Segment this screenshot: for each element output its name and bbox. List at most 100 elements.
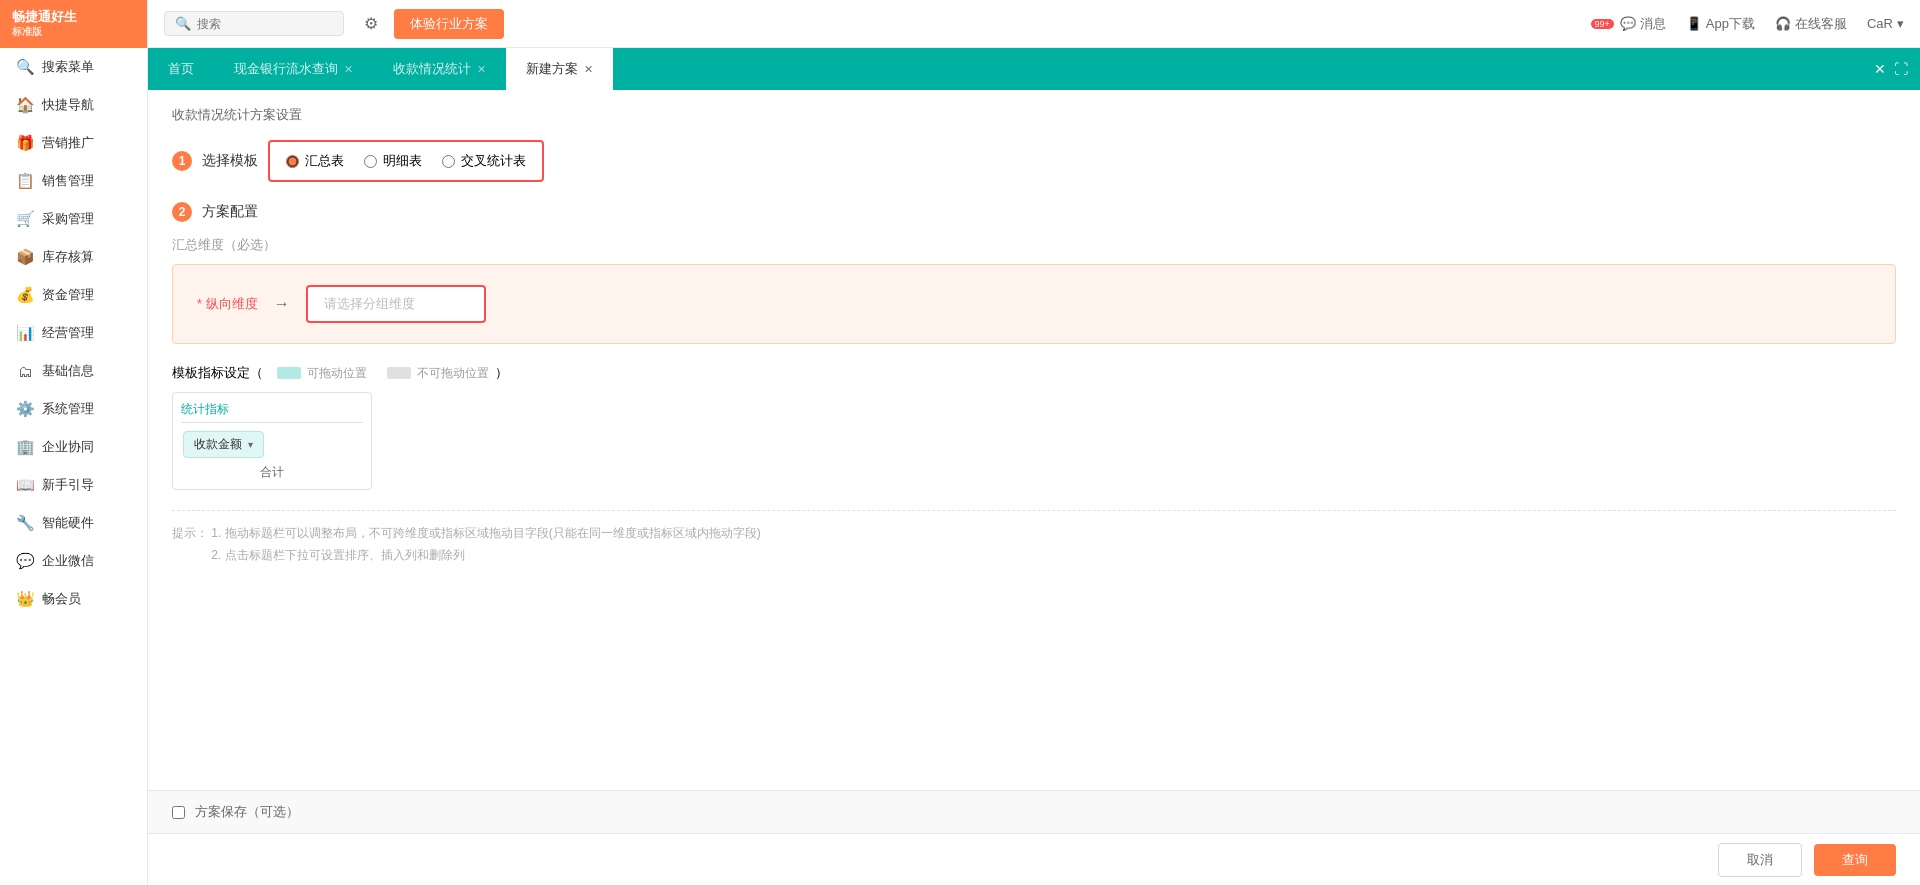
smart-hw-icon: 🔧: [16, 514, 34, 532]
tab-collection-stats[interactable]: 收款情况统计 ✕: [373, 48, 506, 90]
sidebar-item-label: 系统管理: [42, 400, 94, 418]
sidebar-item-funds[interactable]: 💰 资金管理: [0, 276, 147, 314]
tab-bank-flow-close[interactable]: ✕: [344, 63, 353, 76]
download-label: App下载: [1706, 15, 1755, 33]
metric-tag-amount[interactable]: 收款金额 ▾: [183, 431, 264, 458]
summary-dim-label: 汇总维度（必选）: [172, 236, 1896, 254]
stats-title: 统计指标: [181, 401, 363, 423]
query-button[interactable]: 查询: [1814, 844, 1896, 876]
metrics-header: 模板指标设定（ 可拖动位置 不可拖动位置 ）: [172, 364, 1896, 382]
sidebar-item-quick-nav[interactable]: 🏠 快捷导航: [0, 86, 147, 124]
radio-summary[interactable]: 汇总表: [286, 152, 344, 170]
support-item[interactable]: 🎧 在线客服: [1775, 15, 1847, 33]
metric-dropdown-icon[interactable]: ▾: [248, 439, 253, 450]
tab-home-label: 首页: [168, 60, 194, 78]
dim-row: * 纵向维度 → 请选择分组维度: [197, 285, 1871, 323]
sidebar-item-label: 库存核算: [42, 248, 94, 266]
search-icon: 🔍: [175, 16, 191, 31]
topbar-right: 99+ 💬 消息 📱 App下载 🎧 在线客服 CaR ▾: [1591, 15, 1904, 33]
system-icon: ⚙️: [16, 400, 34, 418]
search-menu-icon: 🔍: [16, 58, 34, 76]
wechat-icon: 💬: [16, 552, 34, 570]
notification-badge: 99+: [1591, 19, 1614, 29]
tab-new-plan[interactable]: 新建方案 ✕: [506, 48, 613, 90]
user-name: CaR: [1867, 16, 1893, 31]
tab-home[interactable]: 首页: [148, 48, 214, 90]
radio-detail[interactable]: 明细表: [364, 152, 422, 170]
sidebar-item-member[interactable]: 👑 畅会员: [0, 580, 147, 618]
radio-cross-input[interactable]: [442, 155, 455, 168]
sidebar-item-inventory[interactable]: 📦 库存核算: [0, 238, 147, 276]
sidebar-item-label: 搜索菜单: [42, 58, 94, 76]
support-icon: 🎧: [1775, 16, 1791, 31]
step1-label: 选择模板: [202, 152, 258, 170]
user-item[interactable]: CaR ▾: [1867, 16, 1904, 31]
search-input[interactable]: [197, 17, 327, 31]
content-inner: 收款情况统计方案设置 1 选择模板 汇总表 明细表: [148, 90, 1920, 790]
legend-close: ）: [495, 364, 508, 382]
sidebar-item-search-menu[interactable]: 🔍 搜索菜单: [0, 48, 147, 86]
member-icon: 👑: [16, 590, 34, 608]
page-title: 收款情况统计方案设置: [172, 106, 1896, 124]
radio-detail-input[interactable]: [364, 155, 377, 168]
radio-summary-input[interactable]: [286, 155, 299, 168]
notification-item[interactable]: 99+ 💬 消息: [1591, 15, 1666, 33]
download-item[interactable]: 📱 App下载: [1686, 15, 1755, 33]
sidebar-item-purchase[interactable]: 🛒 采购管理: [0, 200, 147, 238]
save-row: 方案保存（可选）: [148, 790, 1920, 833]
sales-icon: 📋: [16, 172, 34, 190]
sidebar-item-label: 资金管理: [42, 286, 94, 304]
sidebar: 畅捷通好生 标准版 🔍 搜索菜单 🏠 快捷导航 🎁 营销推广 📋 销售管理 🛒 …: [0, 0, 148, 885]
logo-sub: 标准版: [12, 25, 77, 39]
dim-selector[interactable]: 请选择分组维度: [306, 285, 486, 323]
tab-close-all-icon[interactable]: ✕: [1874, 61, 1886, 77]
tab-bank-flow[interactable]: 现金银行流水查询 ✕: [214, 48, 373, 90]
content-area: 收款情况统计方案设置 1 选择模板 汇总表 明细表: [148, 90, 1920, 885]
metrics-label: 模板指标设定（: [172, 364, 263, 382]
tip1: 1. 拖动标题栏可以调整布局，不可跨维度或指标区域拖动目字段(只能在同一维度或指…: [211, 526, 760, 540]
tip-prefix: 提示：: [172, 526, 208, 540]
settings-icon[interactable]: ⚙: [364, 14, 378, 33]
step2-label: 方案配置: [202, 203, 258, 221]
cancel-button[interactable]: 取消: [1718, 843, 1802, 877]
inventory-icon: 📦: [16, 248, 34, 266]
sidebar-item-label: 销售管理: [42, 172, 94, 190]
step2-num: 2: [172, 202, 192, 222]
tab-bank-flow-label: 现金银行流水查询: [234, 60, 338, 78]
sidebar-item-marketing[interactable]: 🎁 营销推广: [0, 124, 147, 162]
sidebar-item-operations[interactable]: 📊 经营管理: [0, 314, 147, 352]
funds-icon: 💰: [16, 286, 34, 304]
tab-collection-stats-close[interactable]: ✕: [477, 63, 486, 76]
sidebar-item-wechat[interactable]: 💬 企业微信: [0, 542, 147, 580]
support-label: 在线客服: [1795, 15, 1847, 33]
legend-fixed-label: 不可拖动位置: [417, 365, 489, 382]
sidebar-item-base-info[interactable]: 🗂 基础信息: [0, 352, 147, 390]
logo-text: 畅捷通好生: [12, 9, 77, 25]
enterprise-icon: 🏢: [16, 438, 34, 456]
sidebar-item-label: 智能硬件: [42, 514, 94, 532]
sidebar-item-enterprise[interactable]: 🏢 企业协同: [0, 428, 147, 466]
legend-draggable-label: 可拖动位置: [307, 365, 367, 382]
step2-header: 2 方案配置: [172, 202, 1896, 222]
tab-new-plan-close[interactable]: ✕: [584, 63, 593, 76]
sidebar-item-system[interactable]: ⚙️ 系统管理: [0, 390, 147, 428]
sidebar-item-sales[interactable]: 📋 销售管理: [0, 162, 147, 200]
industry-btn[interactable]: 体验行业方案: [394, 9, 504, 39]
step2-section: 2 方案配置 汇总维度（必选） * 纵向维度 → 请选择分组维度: [172, 202, 1896, 566]
sidebar-item-label: 畅会员: [42, 590, 81, 608]
radio-cross[interactable]: 交叉统计表: [442, 152, 526, 170]
topbar: 🔍 ⚙ 体验行业方案 99+ 💬 消息 📱 App下载 🎧 在线客服 CaR ▾: [148, 0, 1920, 48]
sidebar-item-smart-hw[interactable]: 🔧 智能硬件: [0, 504, 147, 542]
search-box[interactable]: 🔍: [164, 11, 344, 36]
save-checkbox[interactable]: [172, 806, 185, 819]
sidebar-item-label: 基础信息: [42, 362, 94, 380]
sidebar-item-guide[interactable]: 📖 新手引导: [0, 466, 147, 504]
dimension-area: * 纵向维度 → 请选择分组维度: [172, 264, 1896, 344]
radio-detail-label: 明细表: [383, 152, 422, 170]
vertical-dim-label: * 纵向维度: [197, 295, 258, 313]
download-icon: 📱: [1686, 16, 1702, 31]
tab-maximize-icon[interactable]: ⛶: [1894, 61, 1908, 77]
step1-header: 1 选择模板 汇总表 明细表 交叉统计表: [172, 140, 1896, 182]
sidebar-item-label: 营销推广: [42, 134, 94, 152]
sidebar-item-label: 新手引导: [42, 476, 94, 494]
